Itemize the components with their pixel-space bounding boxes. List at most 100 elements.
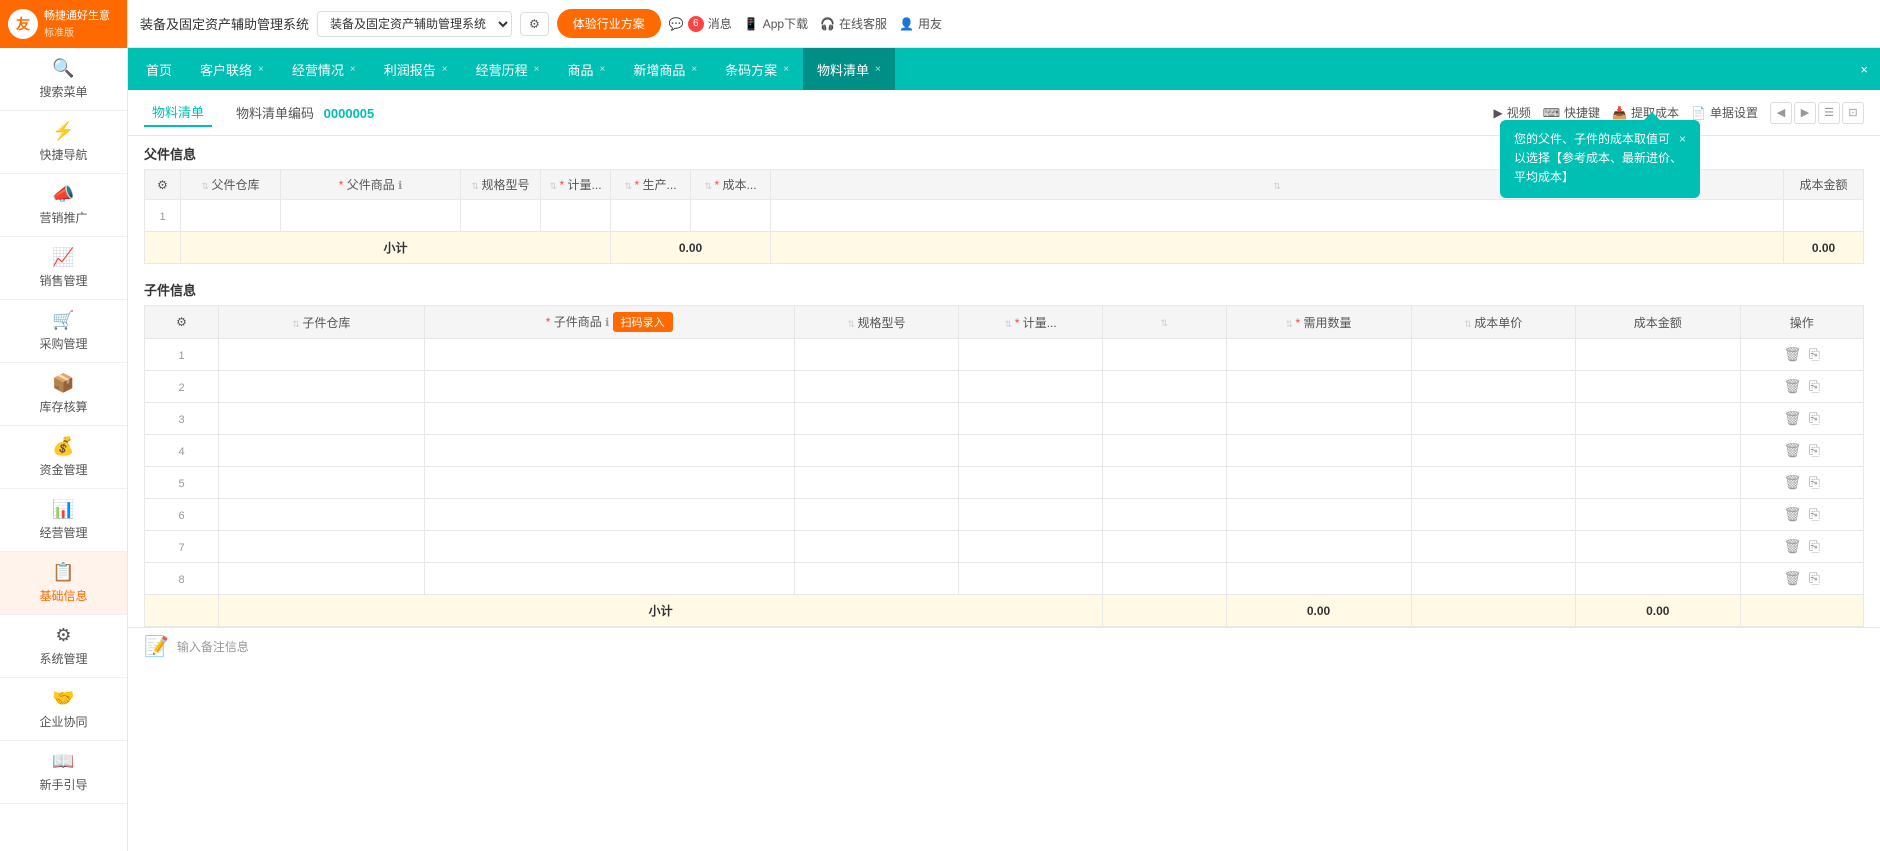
nav-tab-goods[interactable]: 商品 ×: [553, 48, 619, 90]
parent-row-warehouse[interactable]: [181, 200, 281, 232]
copy-row-btn[interactable]: ⎘: [1807, 346, 1822, 363]
tab-close-icon[interactable]: ×: [442, 64, 448, 75]
child-row-unit-price[interactable]: [1411, 499, 1575, 531]
parent-row-cost[interactable]: [691, 200, 771, 232]
child-row-product[interactable]: [424, 467, 794, 499]
sidebar-item-sales[interactable]: 📈 销售管理: [0, 237, 127, 300]
nav-tab-bom[interactable]: 物料清单 ×: [803, 48, 895, 90]
child-row-warehouse[interactable]: [219, 339, 425, 371]
online-service-btn[interactable]: 🎧 在线客服: [820, 15, 887, 32]
child-row-product[interactable]: [424, 435, 794, 467]
app-download-btn[interactable]: 📱 App下载: [744, 15, 808, 32]
tab-close-icon[interactable]: ×: [534, 64, 540, 75]
child-row-extra[interactable]: [1103, 339, 1226, 371]
sidebar-item-guide[interactable]: 📖 新手引导: [0, 741, 127, 804]
copy-row-btn[interactable]: ⎘: [1807, 538, 1822, 555]
copy-row-btn[interactable]: ⎘: [1807, 410, 1822, 427]
child-row-qty[interactable]: [1226, 563, 1411, 595]
child-row-product[interactable]: [424, 371, 794, 403]
delete-row-btn[interactable]: 🗑: [1782, 378, 1804, 395]
note-hint[interactable]: 输入备注信息: [177, 638, 249, 655]
child-row-warehouse[interactable]: [219, 371, 425, 403]
nav-tab-history[interactable]: 经营历程 ×: [462, 48, 554, 90]
sidebar-item-search[interactable]: 🔍 搜索菜单: [0, 48, 127, 111]
child-row-extra[interactable]: [1103, 563, 1226, 595]
nav-tab-barcode[interactable]: 条码方案 ×: [711, 48, 803, 90]
user-btn[interactable]: 👤 用友: [899, 15, 942, 32]
nav-prev-btn[interactable]: ◀: [1770, 102, 1792, 124]
child-row-qty[interactable]: [1226, 467, 1411, 499]
parent-row-spec[interactable]: [461, 200, 541, 232]
child-row-product[interactable]: [424, 563, 794, 595]
child-row-product[interactable]: [424, 403, 794, 435]
child-col-settings[interactable]: ⚙: [145, 306, 219, 339]
copy-row-btn[interactable]: ⎘: [1807, 442, 1822, 459]
child-row-unit[interactable]: [959, 531, 1103, 563]
nav-menu-btn[interactable]: ☰: [1818, 102, 1840, 124]
sidebar-item-enterprise[interactable]: 🤝 企业协同: [0, 678, 127, 741]
child-row-unit[interactable]: [959, 499, 1103, 531]
delete-row-btn[interactable]: 🗑: [1782, 474, 1804, 491]
child-row-unit-price[interactable]: [1411, 531, 1575, 563]
single-settings-btn[interactable]: 📄 单据设置: [1691, 104, 1758, 121]
nav-tab-new-goods[interactable]: 新增商品 ×: [619, 48, 711, 90]
parent-row-prod[interactable]: [611, 200, 691, 232]
sidebar-item-marketing[interactable]: 📣 营销推广: [0, 174, 127, 237]
child-row-unit[interactable]: [959, 371, 1103, 403]
child-row-warehouse[interactable]: [219, 467, 425, 499]
sidebar-item-quicknav[interactable]: ⚡ 快捷导航: [0, 111, 127, 174]
view-btn[interactable]: ▶ 视频: [1493, 104, 1530, 121]
copy-row-btn[interactable]: ⎘: [1807, 378, 1822, 395]
close-all-btn[interactable]: ×: [1852, 62, 1876, 77]
tab-close-icon[interactable]: ×: [350, 64, 356, 75]
nav-expand-btn[interactable]: ⊡: [1842, 102, 1864, 124]
child-row-warehouse[interactable]: [219, 531, 425, 563]
child-row-spec[interactable]: [794, 467, 958, 499]
child-row-product[interactable]: [424, 499, 794, 531]
child-row-qty[interactable]: [1226, 403, 1411, 435]
child-row-unit-price[interactable]: [1411, 435, 1575, 467]
child-row-unit[interactable]: [959, 339, 1103, 371]
child-row-spec[interactable]: [794, 339, 958, 371]
child-row-unit-price[interactable]: [1411, 403, 1575, 435]
nav-tab-profit[interactable]: 利润报告 ×: [370, 48, 462, 90]
child-row-unit[interactable]: [959, 563, 1103, 595]
settings-btn[interactable]: ⚙: [520, 12, 549, 36]
delete-row-btn[interactable]: 🗑: [1782, 442, 1804, 459]
sidebar-item-inventory[interactable]: 📦 库存核算: [0, 363, 127, 426]
copy-row-btn[interactable]: ⎘: [1807, 570, 1822, 587]
child-row-unit-price[interactable]: [1411, 563, 1575, 595]
copy-row-btn[interactable]: ⎘: [1807, 474, 1822, 491]
child-row-qty[interactable]: [1226, 531, 1411, 563]
child-row-extra[interactable]: [1103, 435, 1226, 467]
tab-close-icon[interactable]: ×: [783, 64, 789, 75]
parent-col-settings[interactable]: ⚙: [145, 170, 181, 200]
child-row-spec[interactable]: [794, 403, 958, 435]
child-row-spec[interactable]: [794, 563, 958, 595]
tooltip-close-btn[interactable]: ×: [1679, 130, 1686, 149]
scan-btn[interactable]: 扫码录入: [613, 312, 673, 332]
sidebar-item-operations[interactable]: 📊 经营管理: [0, 489, 127, 552]
nav-tab-operations[interactable]: 经营情况 ×: [278, 48, 370, 90]
parent-row-product[interactable]: [281, 200, 461, 232]
nav-next-btn[interactable]: ▶: [1794, 102, 1816, 124]
child-row-qty[interactable]: [1226, 435, 1411, 467]
sidebar-item-basic-info[interactable]: 📋 基础信息: [0, 552, 127, 615]
child-row-spec[interactable]: [794, 435, 958, 467]
child-row-product[interactable]: [424, 339, 794, 371]
delete-row-btn[interactable]: 🗑: [1782, 410, 1804, 427]
child-row-qty[interactable]: [1226, 371, 1411, 403]
delete-row-btn[interactable]: 🗑: [1782, 538, 1804, 555]
parent-row-extra[interactable]: [771, 200, 1784, 232]
child-row-spec[interactable]: [794, 499, 958, 531]
child-row-unit[interactable]: [959, 403, 1103, 435]
child-row-product[interactable]: [424, 531, 794, 563]
child-row-warehouse[interactable]: [219, 499, 425, 531]
child-row-warehouse[interactable]: [219, 563, 425, 595]
tab-close-icon[interactable]: ×: [258, 64, 264, 75]
sidebar-item-system[interactable]: ⚙ 系统管理: [0, 615, 127, 678]
child-row-extra[interactable]: [1103, 467, 1226, 499]
experience-btn[interactable]: 体验行业方案: [557, 9, 661, 38]
child-row-spec[interactable]: [794, 371, 958, 403]
message-btn[interactable]: 💬 6 消息: [669, 15, 732, 32]
